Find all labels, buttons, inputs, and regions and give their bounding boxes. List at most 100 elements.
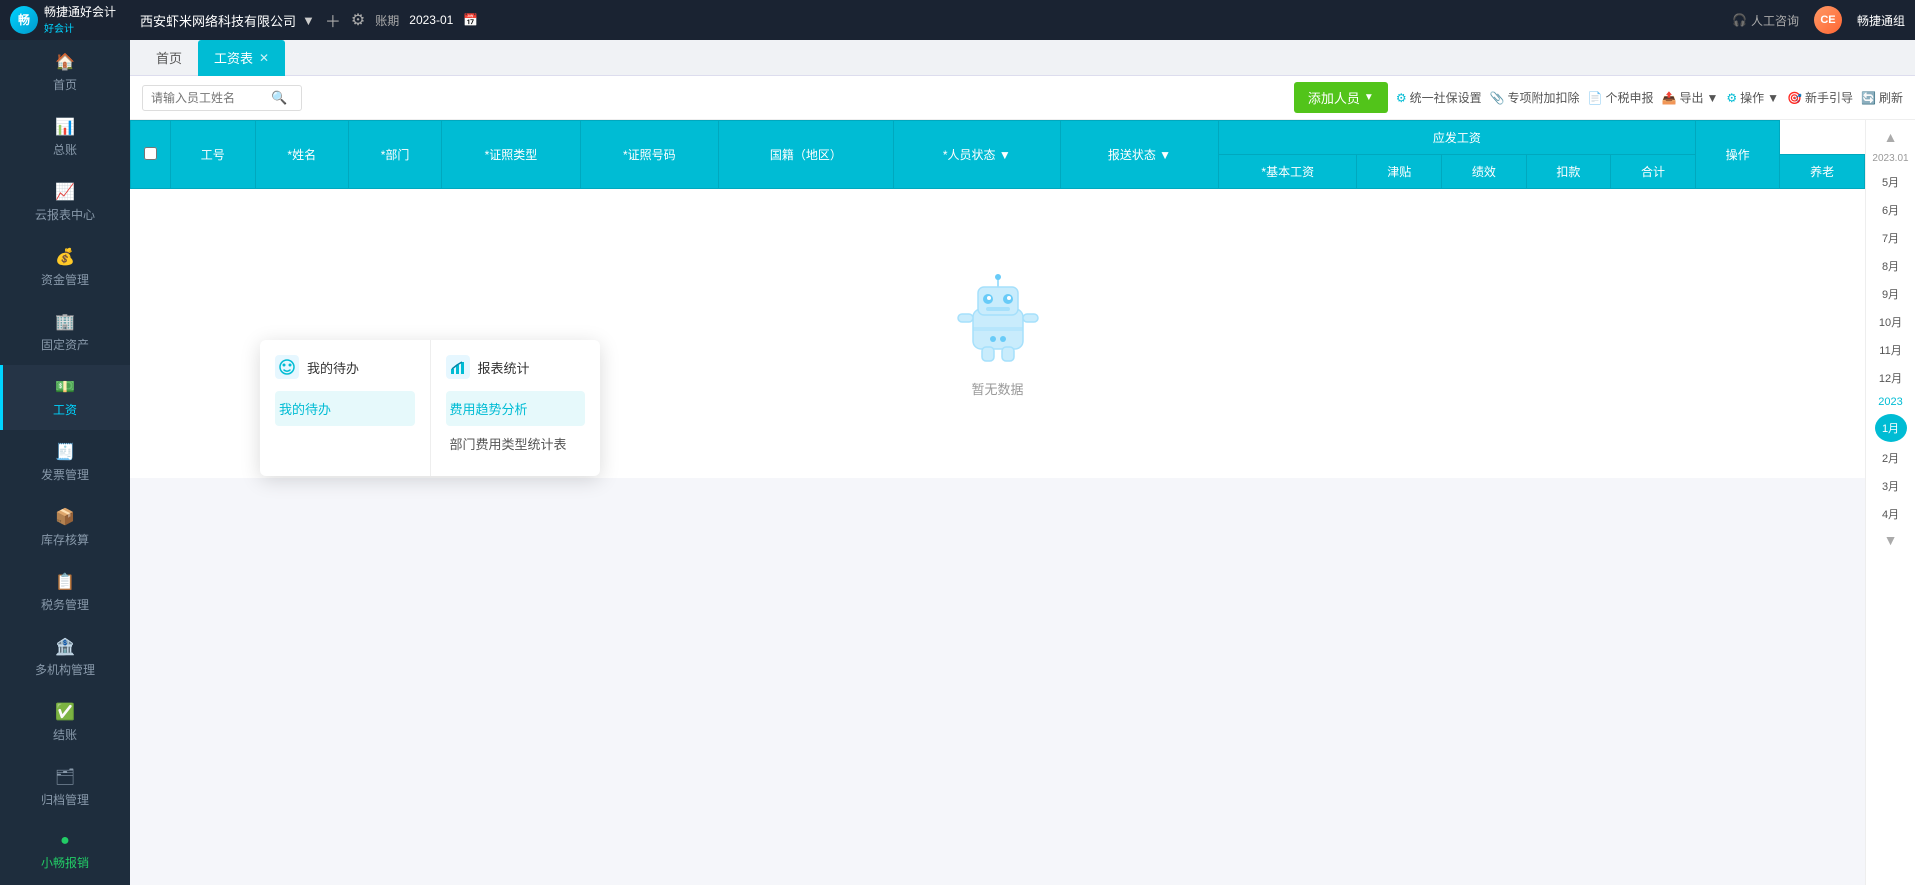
month-item-10[interactable]: 10月	[1866, 308, 1915, 336]
operation-icon: ⚙	[1726, 91, 1737, 105]
add-person-button[interactable]: 添加人员 ▼	[1294, 82, 1388, 113]
th-basic-salary: *基本工资	[1219, 155, 1357, 189]
tax-deduction-btn[interactable]: 📎 专项附加扣除	[1490, 89, 1580, 106]
sidebar-label-close: 结账	[53, 726, 77, 743]
todo-svg-icon	[279, 359, 295, 375]
month-item-6[interactable]: 6月	[1866, 196, 1915, 224]
company-dropdown-icon[interactable]: ▼	[302, 13, 315, 28]
sidebar-label-salary: 工资	[53, 401, 77, 418]
th-checkbox[interactable]	[131, 121, 171, 189]
sidebar-label-multi: 多机构管理	[35, 661, 95, 678]
operation-btn[interactable]: ⚙ 操作 ▼	[1726, 89, 1779, 106]
th-employee-no: 工号	[171, 121, 256, 189]
sidebar-label-archive: 归档管理	[41, 791, 89, 808]
popup-item-dept-report[interactable]: 部门费用类型统计表	[446, 426, 586, 461]
sidebar-label-finance: 资金管理	[41, 271, 89, 288]
add-btn-header[interactable]: ＋	[325, 8, 341, 32]
report-header-icon	[446, 355, 470, 379]
sidebar-item-finance[interactable]: 💰 资金管理	[0, 235, 130, 300]
month-item-8[interactable]: 8月	[1866, 252, 1915, 280]
operation-dropdown-icon: ▼	[1767, 91, 1779, 105]
popup-item-trend[interactable]: 费用趋势分析	[446, 391, 586, 426]
sidebar-item-expense[interactable]: ● 小畅报销	[0, 820, 130, 883]
trend-label: 费用趋势分析	[450, 402, 528, 417]
search-input[interactable]	[151, 91, 271, 105]
toolbar: 🔍 添加人员 ▼ ⚙ 统一社保设置 📎 专项附加扣除 📄 个税申报	[130, 76, 1915, 120]
salary-icon: 💵	[55, 377, 75, 397]
tax-deduction-label: 专项附加扣除	[1508, 89, 1580, 106]
th-allowance: 津贴	[1357, 155, 1442, 189]
my-todo-label: 我的待办	[279, 402, 331, 417]
refresh-btn[interactable]: 🔄 刷新	[1861, 89, 1903, 106]
sidebar-item-tax[interactable]: 📋 税务管理	[0, 560, 130, 625]
sidebar-label-expense: 小畅报销	[41, 854, 89, 871]
company-area[interactable]: 西安虾米网络科技有限公司 ▼	[140, 11, 315, 30]
popup-header-todo: 我的待办	[275, 355, 415, 379]
support-button[interactable]: 🎧 人工咨询	[1732, 12, 1799, 29]
user-avatar[interactable]: CE	[1814, 6, 1842, 34]
tab-home-label: 首页	[156, 48, 182, 67]
invoice-icon: 🧾	[55, 442, 75, 462]
headset-icon: 🎧	[1732, 13, 1747, 27]
month-item-11[interactable]: 11月	[1866, 336, 1915, 364]
app-sub: 好会计	[44, 20, 116, 35]
tab-home[interactable]: 首页	[140, 40, 198, 76]
month-nav-up[interactable]: ▲	[1880, 125, 1902, 149]
toolbar-right: 添加人员 ▼ ⚙ 统一社保设置 📎 专项附加扣除 📄 个税申报 📤	[1294, 82, 1903, 113]
th-name: *姓名	[255, 121, 348, 189]
popup-col-todo: 我的待办 我的待办	[260, 340, 430, 476]
calendar-icon[interactable]: 📅	[463, 13, 478, 27]
sidebar-item-home[interactable]: 🏠 首页	[0, 40, 130, 105]
th-deduction: 扣款	[1526, 155, 1611, 189]
period-label: 账期	[375, 12, 399, 29]
export-btn[interactable]: 📤 导出 ▼	[1662, 89, 1719, 106]
month-item-4[interactable]: 4月	[1866, 500, 1915, 528]
month-year-label: 2023.01	[1872, 149, 1908, 168]
sidebar-label-cloud: 云报表中心	[35, 206, 95, 223]
logo-text-area: 畅捷通好会计 好会计	[44, 5, 116, 34]
company-name: 西安虾米网络科技有限公司	[140, 11, 296, 30]
month-nav-down[interactable]: ▼	[1880, 528, 1902, 552]
expense-icon: ●	[60, 832, 70, 850]
logo-initial: 畅	[18, 11, 30, 28]
month-item-7[interactable]: 7月	[1866, 224, 1915, 252]
sidebar-item-multi[interactable]: 🏦 多机构管理	[0, 625, 130, 690]
popup-col-report: 报表统计 费用趋势分析 部门费用类型统计表	[431, 340, 601, 476]
month-item-1-active[interactable]: 1月	[1875, 414, 1907, 442]
main-layout: 🏠 首页 📊 总账 📈 云报表中心 💰 资金管理 🏢 固定资产 💵 工资 🧾 发…	[0, 40, 1915, 885]
sidebar-item-ledger[interactable]: 📊 总账	[0, 105, 130, 170]
month-sidebar: ▲ 2023.01 5月 6月 7月 8月 9月 10月 11月 12月 202…	[1865, 120, 1915, 885]
add-person-label: 添加人员	[1308, 88, 1360, 107]
popup-item-my-todo[interactable]: 我的待办	[275, 391, 415, 426]
header-right: 🎧 人工咨询 CE 畅捷通组	[1732, 6, 1905, 34]
tab-salary[interactable]: 工资表 ✕	[198, 40, 285, 76]
sidebar-item-inventory[interactable]: 📦 库存核算	[0, 495, 130, 560]
settings-btn-header[interactable]: ⚙	[351, 10, 365, 30]
social-insurance-btn[interactable]: ⚙ 统一社保设置	[1396, 89, 1482, 106]
popup-header-report-label: 报表统计	[478, 358, 530, 377]
month-item-5[interactable]: 5月	[1866, 168, 1915, 196]
header-actions: ＋ ⚙ 账期 2023-01 📅	[325, 8, 478, 32]
empty-illustration	[948, 269, 1048, 369]
sidebar-item-close[interactable]: ✅ 结账	[0, 690, 130, 755]
sidebar-item-salary[interactable]: 💵 工资	[0, 365, 130, 430]
month-item-3[interactable]: 3月	[1866, 472, 1915, 500]
month-item-9[interactable]: 9月	[1866, 280, 1915, 308]
tab-salary-label: 工资表	[214, 48, 253, 67]
guide-btn[interactable]: 🎯 新手引导	[1787, 89, 1853, 106]
select-all-checkbox[interactable]	[144, 147, 157, 160]
sidebar-item-assets[interactable]: 🏢 固定资产	[0, 300, 130, 365]
th-submit-status[interactable]: 报送状态 ▼	[1060, 121, 1218, 189]
empty-text: 暂无数据	[971, 379, 1023, 398]
th-status[interactable]: *人员状态 ▼	[893, 121, 1060, 189]
sidebar-item-invoice[interactable]: 🧾 发票管理	[0, 430, 130, 495]
top-header: 畅 畅捷通好会计 好会计 西安虾米网络科技有限公司 ▼ ＋ ⚙ 账期 2023-…	[0, 0, 1915, 40]
tax-deduction-icon: 📎	[1490, 91, 1505, 105]
sidebar-item-archive[interactable]: 🗂 归档管理	[0, 755, 130, 820]
ledger-icon: 📊	[55, 117, 75, 137]
month-item-2[interactable]: 2月	[1866, 444, 1915, 472]
month-item-12[interactable]: 12月	[1866, 364, 1915, 392]
sidebar-item-cloud-report[interactable]: 📈 云报表中心	[0, 170, 130, 235]
tab-close-icon[interactable]: ✕	[259, 51, 269, 65]
tax-report-btn[interactable]: 📄 个税申报	[1588, 89, 1654, 106]
